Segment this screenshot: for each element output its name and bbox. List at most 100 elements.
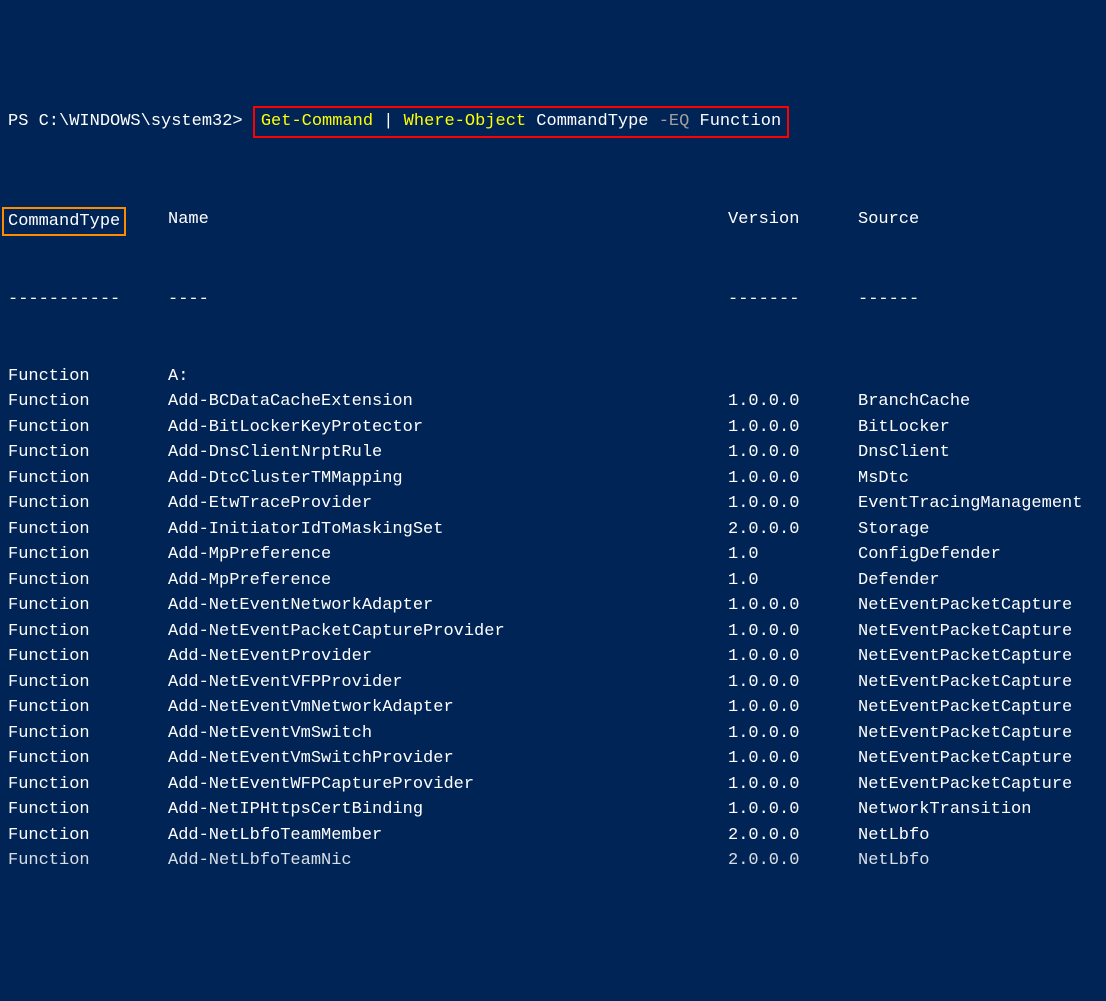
cell-commandtype: Function [8, 619, 168, 645]
prompt-line[interactable]: PS C:\WINDOWS\system32> Get-Command | Wh… [8, 106, 1098, 138]
cell-version: 2.0.0.0 [728, 848, 858, 874]
cell-name: Add-InitiatorIdToMaskingSet [168, 517, 728, 543]
cell-name: Add-MpPreference [168, 568, 728, 594]
cell-commandtype: Function [8, 517, 168, 543]
cell-source: NetEventPacketCapture [858, 772, 1098, 798]
cell-source: ConfigDefender [858, 542, 1098, 568]
divider-version: ------- [728, 287, 858, 313]
cell-commandtype: Function [8, 364, 168, 390]
table-row: FunctionAdd-BCDataCacheExtension1.0.0.0B… [8, 389, 1098, 415]
cell-commandtype: Function [8, 772, 168, 798]
cell-version: 2.0.0.0 [728, 517, 858, 543]
cmd-where-object: Where-Object [404, 109, 526, 135]
cell-source: NetLbfo [858, 823, 1098, 849]
cell-source: NetEventPacketCapture [858, 746, 1098, 772]
cell-name: Add-DnsClientNrptRule [168, 440, 728, 466]
table-row: FunctionAdd-BitLockerKeyProtector1.0.0.0… [8, 415, 1098, 441]
cell-source: MsDtc [858, 466, 1098, 492]
table-row: FunctionAdd-MpPreference1.0Defender [8, 568, 1098, 594]
header-commandtype: CommandType [8, 207, 168, 237]
table-row: FunctionAdd-DnsClientNrptRule1.0.0.0DnsC… [8, 440, 1098, 466]
table-row: FunctionAdd-NetEventWFPCaptureProvider1.… [8, 772, 1098, 798]
cell-source: NetEventPacketCapture [858, 670, 1098, 696]
cell-source: NetEventPacketCapture [858, 721, 1098, 747]
cell-version: 1.0.0.0 [728, 797, 858, 823]
cell-source: NetworkTransition [858, 797, 1098, 823]
cell-version: 1.0 [728, 568, 858, 594]
header-version: Version [728, 207, 858, 237]
table-body: FunctionA:FunctionAdd-BCDataCacheExtensi… [8, 364, 1098, 874]
table-row: FunctionAdd-NetEventVmSwitchProvider1.0.… [8, 746, 1098, 772]
table-row: FunctionAdd-NetEventProvider1.0.0.0NetEv… [8, 644, 1098, 670]
cell-commandtype: Function [8, 721, 168, 747]
cell-name: Add-MpPreference [168, 542, 728, 568]
command-highlight-box: Get-Command | Where-Object CommandType -… [253, 106, 789, 138]
cell-name: Add-NetEventVmSwitch [168, 721, 728, 747]
cell-version: 1.0.0.0 [728, 772, 858, 798]
cell-source: NetEventPacketCapture [858, 644, 1098, 670]
table-row: FunctionAdd-NetLbfoTeamNic2.0.0.0NetLbfo [8, 848, 1098, 874]
cell-commandtype: Function [8, 848, 168, 874]
table-row: FunctionAdd-NetEventVFPProvider1.0.0.0Ne… [8, 670, 1098, 696]
cell-name: Add-NetIPHttpsCertBinding [168, 797, 728, 823]
cell-version: 1.0.0.0 [728, 415, 858, 441]
cell-version: 1.0.0.0 [728, 389, 858, 415]
cmd-pipe: | [373, 109, 404, 135]
cell-name: Add-NetEventVmNetworkAdapter [168, 695, 728, 721]
cmd-arg-commandtype: CommandType [526, 109, 659, 135]
table-divider-row: ----------- ---- ------- ------ [8, 287, 1098, 313]
cell-version: 1.0.0.0 [728, 440, 858, 466]
cell-commandtype: Function [8, 440, 168, 466]
divider-name: ---- [168, 287, 728, 313]
cell-name: Add-NetLbfoTeamNic [168, 848, 728, 874]
cmd-get-command: Get-Command [261, 109, 373, 135]
cell-source: DnsClient [858, 440, 1098, 466]
table-row: FunctionAdd-NetIPHttpsCertBinding1.0.0.0… [8, 797, 1098, 823]
cell-name: Add-BCDataCacheExtension [168, 389, 728, 415]
table-row: FunctionAdd-NetEventVmNetworkAdapter1.0.… [8, 695, 1098, 721]
cmd-operator-eq: -EQ [659, 109, 690, 135]
cell-version: 1.0.0.0 [728, 491, 858, 517]
cell-name: A: [168, 364, 728, 390]
table-row: FunctionAdd-MpPreference1.0ConfigDefende… [8, 542, 1098, 568]
cell-commandtype: Function [8, 415, 168, 441]
cell-commandtype: Function [8, 542, 168, 568]
cell-name: Add-DtcClusterTMMapping [168, 466, 728, 492]
cell-commandtype: Function [8, 695, 168, 721]
cell-source: EventTracingManagement [858, 491, 1098, 517]
cell-version: 1.0.0.0 [728, 746, 858, 772]
table-row: FunctionAdd-NetLbfoTeamMember2.0.0.0NetL… [8, 823, 1098, 849]
cell-commandtype: Function [8, 568, 168, 594]
table-row: FunctionAdd-EtwTraceProvider1.0.0.0Event… [8, 491, 1098, 517]
cmd-arg-function: Function [689, 109, 781, 135]
cell-name: Add-NetEventVFPProvider [168, 670, 728, 696]
table-row: FunctionA: [8, 364, 1098, 390]
cell-version: 1.0.0.0 [728, 619, 858, 645]
cell-version: 1.0 [728, 542, 858, 568]
cell-name: Add-NetLbfoTeamMember [168, 823, 728, 849]
cell-version: 1.0.0.0 [728, 466, 858, 492]
cell-commandtype: Function [8, 491, 168, 517]
cell-name: Add-BitLockerKeyProtector [168, 415, 728, 441]
header-commandtype-highlight: CommandType [2, 207, 126, 237]
cell-version: 2.0.0.0 [728, 823, 858, 849]
cell-source: NetEventPacketCapture [858, 695, 1098, 721]
table-row: FunctionAdd-NetEventNetworkAdapter1.0.0.… [8, 593, 1098, 619]
cell-commandtype: Function [8, 670, 168, 696]
cell-source: Storage [858, 517, 1098, 543]
cell-source: BranchCache [858, 389, 1098, 415]
cell-version: 1.0.0.0 [728, 695, 858, 721]
prompt-prefix: PS C:\WINDOWS\system32> [8, 109, 253, 135]
cell-name: Add-NetEventProvider [168, 644, 728, 670]
cell-source: NetEventPacketCapture [858, 619, 1098, 645]
table-row: FunctionAdd-DtcClusterTMMapping1.0.0.0Ms… [8, 466, 1098, 492]
cell-commandtype: Function [8, 644, 168, 670]
cell-commandtype: Function [8, 746, 168, 772]
divider-source: ------ [858, 287, 1098, 313]
cell-source: BitLocker [858, 415, 1098, 441]
cell-name: Add-NetEventPacketCaptureProvider [168, 619, 728, 645]
cell-name: Add-EtwTraceProvider [168, 491, 728, 517]
cell-version [728, 364, 858, 390]
cell-name: Add-NetEventNetworkAdapter [168, 593, 728, 619]
cell-version: 1.0.0.0 [728, 593, 858, 619]
